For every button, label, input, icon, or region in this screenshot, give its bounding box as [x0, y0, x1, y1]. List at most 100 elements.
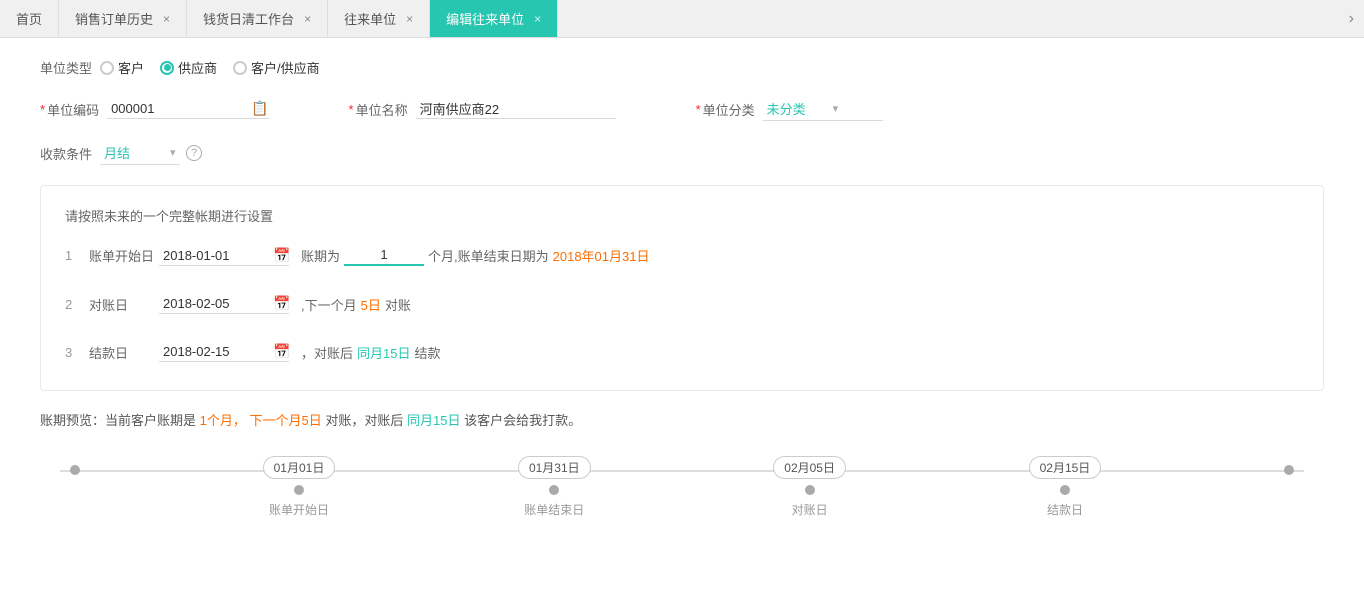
tab-cash-work-close[interactable]: × [304, 12, 311, 26]
billing-row-1-suffix-after: 个月,账单结束日期为 [428, 246, 549, 265]
timeline-container: 01月01日 账单开始日 01月31日 账单结束日 02月05日 对账日 02月… [40, 456, 1324, 518]
radio-both-label: 客户/供应商 [251, 58, 320, 77]
billing-row-3-suffix-before: ，对账后 [301, 343, 353, 362]
timeline-dot-3 [805, 485, 815, 495]
billing-row-2-suffix: ,下一个月 5日 对账 [301, 295, 411, 314]
unit-code-input[interactable] [107, 99, 247, 118]
tab-home[interactable]: 首页 [0, 0, 59, 37]
tabs-bar: 首页 销售订单历史 × 钱货日清工作台 × 往来单位 × 编辑往来单位 × › [0, 0, 1364, 38]
unit-name-label: 单位名称 [356, 100, 408, 119]
billing-row-1: 1 账单开始日 📅 账期为 个月,账单结束日期为 2018年01月31日 [65, 245, 1299, 266]
tab-edit-partner[interactable]: 编辑往来单位 × [430, 0, 558, 37]
billing-row-1-suffix: 账期为 个月,账单结束日期为 2018年01月31日 [301, 245, 649, 266]
unit-category-required: * [696, 102, 701, 117]
payment-terms-group: 收款条件 月结 ▾ ? [40, 141, 202, 165]
tab-sales-history-close[interactable]: × [163, 12, 170, 26]
payment-terms-row: 收款条件 月结 ▾ ? [40, 141, 1324, 165]
preview-part2: 下一个月5日 [250, 413, 322, 428]
unit-name-input[interactable] [416, 99, 616, 119]
card-title: 请按照未来的一个完整帐期进行设置 [65, 206, 1299, 225]
unit-name-group: * 单位名称 [349, 99, 616, 119]
timeline-label-1: 账单开始日 [269, 501, 329, 518]
preview-part1: 1个月， [200, 413, 246, 428]
main-content: 单位类型 客户 供应商 客户/供应商 * 单位编码 [0, 38, 1364, 608]
radio-customer-label: 客户 [118, 58, 144, 77]
billing-settings-card: 请按照未来的一个完整帐期进行设置 1 账单开始日 📅 账期为 个月,账单结束日期… [40, 185, 1324, 391]
timeline-end-dot [1284, 465, 1294, 475]
billing-row-2-highlight: 5日 [361, 295, 381, 314]
timeline-node-4: 02月15日 结款日 [1029, 456, 1102, 518]
unit-type-group: 单位类型 客户 供应商 客户/供应商 [40, 58, 320, 77]
billing-row-2-calendar-icon[interactable]: 📅 [273, 295, 290, 312]
radio-customer-circle [100, 61, 114, 75]
billing-row-3-number: 3 [65, 345, 89, 360]
tab-edit-partner-close[interactable]: × [534, 12, 541, 26]
billing-row-2-date-field[interactable] [159, 294, 269, 313]
unit-category-value: 未分类 [767, 99, 827, 118]
unit-code-group: * 单位编码 📋 [40, 99, 269, 119]
tab-sales-history-label: 销售订单历史 [75, 9, 153, 28]
timeline-dot-1 [294, 485, 304, 495]
timeline-end-circle [1284, 465, 1294, 475]
unit-name-required: * [349, 102, 354, 117]
tab-partner-label: 往来单位 [344, 9, 396, 28]
timeline-badge-3: 02月05日 [773, 456, 846, 479]
unit-code-calendar-icon[interactable]: 📋 [251, 100, 268, 117]
timeline-label-3: 对账日 [792, 501, 828, 518]
unit-code-required: * [40, 102, 45, 117]
billing-row-1-number: 1 [65, 248, 89, 263]
billing-row-3-suffix: ，对账后 同月15日 结款 [301, 343, 441, 362]
unit-category-select[interactable]: 未分类 ▾ [763, 97, 883, 121]
preview-part5: 该客户会给我打款。 [464, 413, 581, 428]
tab-edit-partner-label: 编辑往来单位 [446, 9, 524, 28]
timeline-start-dot [70, 465, 80, 475]
timeline-start-circle [70, 465, 80, 475]
timeline-nodes: 01月01日 账单开始日 01月31日 账单结束日 02月05日 对账日 02月… [70, 456, 1294, 518]
billing-row-2-suffix-after: 对账 [385, 295, 411, 314]
timeline-node-2: 01月31日 账单结束日 [518, 456, 591, 518]
billing-row-1-calendar-icon[interactable]: 📅 [273, 247, 290, 264]
billing-row-1-label: 账单开始日 [89, 246, 159, 265]
billing-row-3-calendar-icon[interactable]: 📅 [273, 343, 290, 360]
tab-sales-history[interactable]: 销售订单历史 × [59, 0, 187, 37]
radio-both-circle [233, 61, 247, 75]
billing-row-2-suffix-before: ,下一个月 [301, 295, 357, 314]
radio-supplier-circle [160, 61, 174, 75]
preview-part3: 对账，对账后 [325, 413, 403, 428]
tab-cash-work[interactable]: 钱货日清工作台 × [187, 0, 328, 37]
payment-terms-label: 收款条件 [40, 144, 92, 163]
billing-row-3-date-field[interactable] [159, 342, 269, 361]
preview-label: 账期预览：当前客户账期是 [40, 413, 196, 428]
unit-category-dropdown-icon: ▾ [833, 102, 839, 115]
unit-code-label: 单位编码 [47, 100, 99, 119]
unit-info-row: * 单位编码 📋 * 单位名称 * 单位分类 未分类 ▾ [40, 97, 1324, 121]
payment-terms-dropdown-icon: ▾ [170, 146, 176, 159]
period-input[interactable] [344, 245, 424, 266]
unit-type-radio-group: 客户 供应商 客户/供应商 [100, 58, 320, 77]
payment-terms-help-icon[interactable]: ? [186, 145, 202, 161]
tab-partner[interactable]: 往来单位 × [328, 0, 430, 37]
timeline-badge-1: 01月01日 [263, 456, 336, 479]
timeline-dot-2 [549, 485, 559, 495]
radio-supplier[interactable]: 供应商 [160, 58, 217, 77]
radio-both[interactable]: 客户/供应商 [233, 58, 320, 77]
billing-row-2-number: 2 [65, 297, 89, 312]
radio-customer[interactable]: 客户 [100, 58, 144, 77]
billing-row-1-suffix-before: 账期为 [301, 246, 340, 265]
unit-category-label: 单位分类 [703, 100, 755, 119]
timeline-node-3: 02月05日 对账日 [773, 456, 846, 518]
unit-type-label: 单位类型 [40, 58, 92, 77]
billing-row-3-highlight: 同月15日 [357, 343, 410, 362]
billing-row-1-date-field[interactable] [159, 246, 269, 265]
timeline-label-4: 结款日 [1047, 501, 1083, 518]
tab-more-button[interactable]: › [1339, 0, 1364, 37]
timeline-node-1: 01月01日 账单开始日 [263, 456, 336, 518]
payment-terms-select[interactable]: 月结 ▾ [100, 141, 180, 165]
radio-supplier-label: 供应商 [178, 58, 217, 77]
tab-cash-work-label: 钱货日清工作台 [203, 9, 294, 28]
billing-row-2-label: 对账日 [89, 295, 159, 314]
tab-partner-close[interactable]: × [406, 12, 413, 26]
billing-row-3-date-input: 📅 [159, 342, 289, 362]
billing-row-2: 2 对账日 📅 ,下一个月 5日 对账 [65, 294, 1299, 314]
billing-row-2-date-input: 📅 [159, 294, 289, 314]
